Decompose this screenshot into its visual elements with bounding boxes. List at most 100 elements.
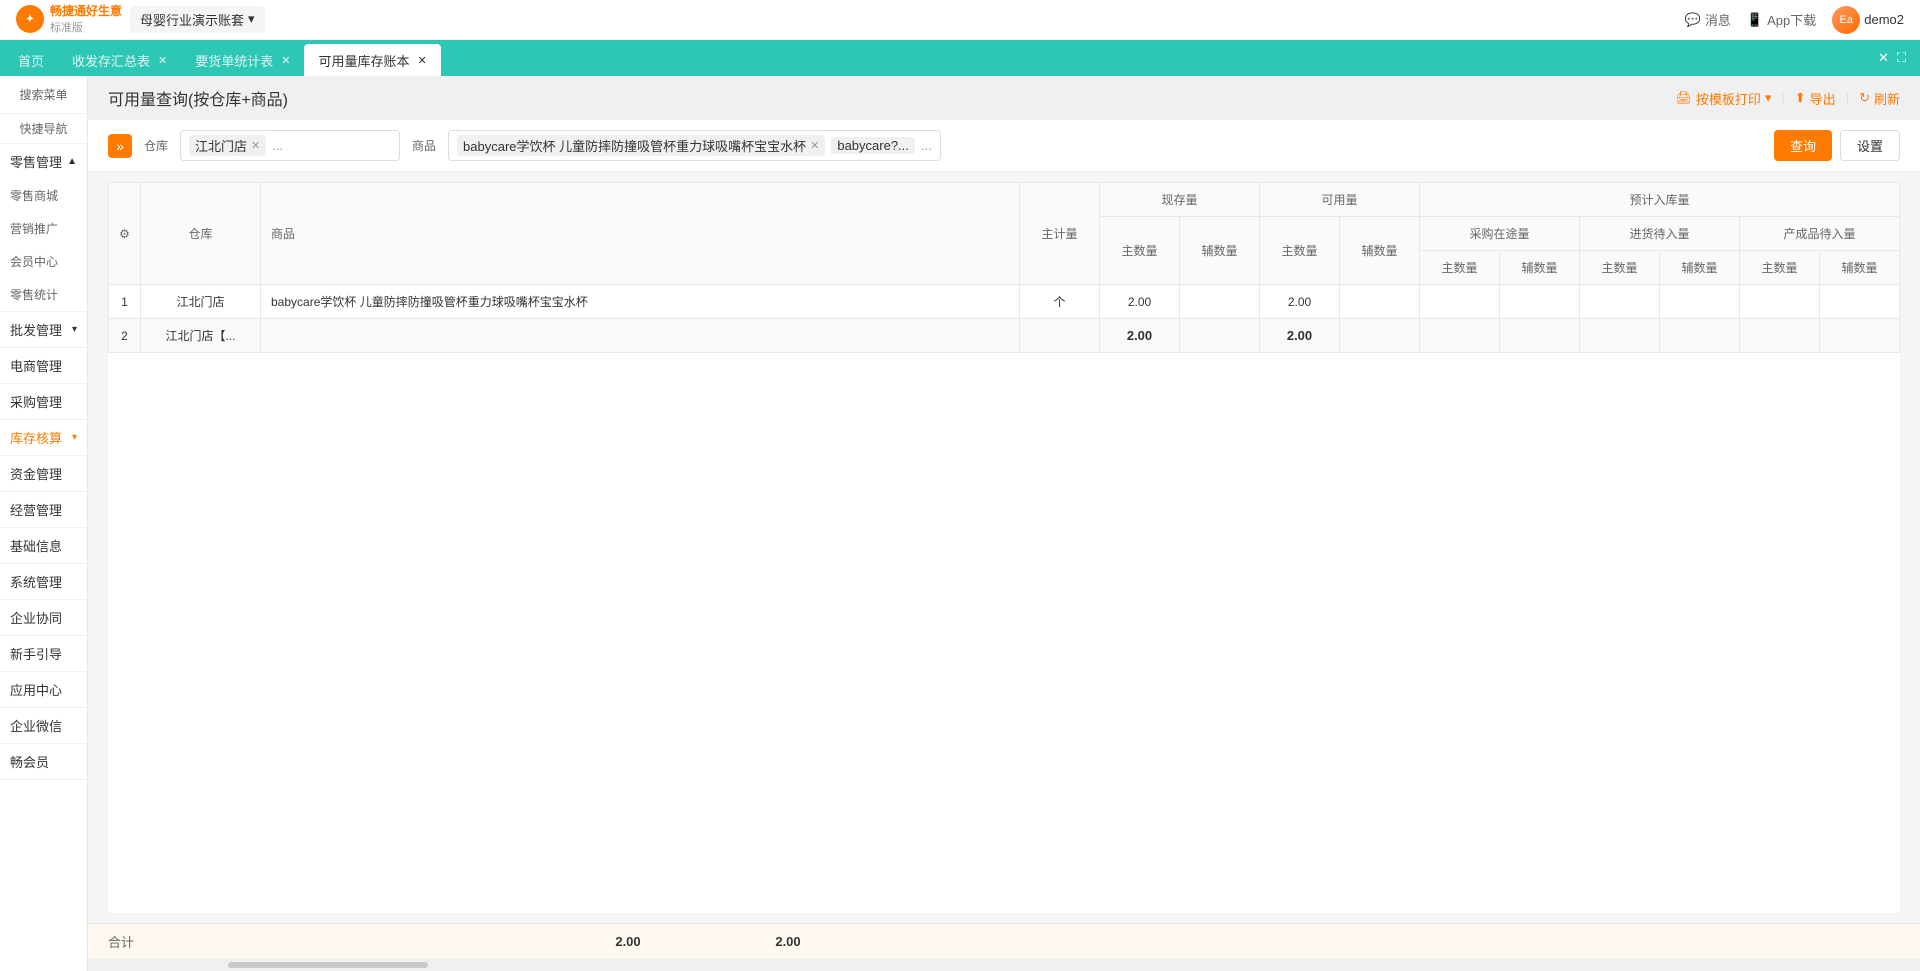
sidebar-quick-nav[interactable]: 快捷导航 xyxy=(0,114,87,144)
product-input-area[interactable]: babycare学饮杯 儿童防摔防撞吸管杯重力球吸嘴杯宝宝水杯 ✕ babyca… xyxy=(448,130,941,161)
warehouse-tag-close[interactable]: ✕ xyxy=(251,139,260,152)
logo-area: ✦ 畅捷通好生意 标准版 xyxy=(16,4,122,34)
sidebar-section-operations[interactable]: 经营管理 xyxy=(0,492,87,527)
sidebar-item-marketing[interactable]: 营销推广 xyxy=(0,212,87,245)
sidebar-section-new-guide[interactable]: 新手引导 xyxy=(0,636,87,671)
app-download-btn[interactable]: 📱 App下载 xyxy=(1747,10,1816,29)
cell-warehouse-2: 江北门店【... xyxy=(141,319,261,353)
tab-demand-stats-close[interactable]: ✕ xyxy=(281,54,290,67)
sidebar-enterprise-wechat-label: 企业微信 xyxy=(10,716,62,735)
table-area: ⚙ 仓库 商品 主计量 现存量 可用量 预计入库量 主数量 辅数量 主数量 辅数… xyxy=(108,182,1900,913)
th-production-pending: 产成品待入量 xyxy=(1740,217,1900,251)
tab-available-ledger-close[interactable]: ✕ xyxy=(418,54,427,67)
content-area: 可用量查询(按仓库+商品) 🖨 按模板打印 ▾ | ⬆ 导出 | ↻ 刷新 xyxy=(88,76,1920,971)
tab-receive-summary[interactable]: 收发存汇总表 ✕ xyxy=(58,44,181,76)
sidebar-section-inventory[interactable]: 库存核算 ▾ xyxy=(0,420,87,455)
logo-icon: ✦ xyxy=(16,5,44,33)
export-label: 导出 xyxy=(1810,89,1836,108)
chevron-down-icon-wholesale: ▾ xyxy=(72,324,77,335)
tab-spacer xyxy=(441,40,1868,76)
warehouse-input-area[interactable]: 江北门店 ✕ ... xyxy=(180,130,400,161)
sidebar-basic-label: 基础信息 xyxy=(10,536,62,555)
tab-available-ledger[interactable]: 可用量库存账本 ✕ xyxy=(304,44,440,76)
chevron-down-icon-print: ▾ xyxy=(1765,90,1772,106)
print-icon: 🖨 xyxy=(1675,90,1692,106)
product-tag-2: babycare?... xyxy=(831,137,915,154)
table-body: 1 江北门店 babycare学饮杯 儿童防摔防撞吸管杯重力球吸嘴杯宝宝水杯 个… xyxy=(109,285,1900,353)
template-print-btn[interactable]: 🖨 按模板打印 ▾ xyxy=(1675,89,1771,108)
settings-btn[interactable]: 设置 xyxy=(1840,130,1900,161)
th-available-main: 主数量 xyxy=(1260,217,1340,285)
sidebar-section-wholesale[interactable]: 批发管理 ▾ xyxy=(0,312,87,347)
tab-bar: 首页 收发存汇总表 ✕ 要货单统计表 ✕ 可用量库存账本 ✕ ✕ ⛶ xyxy=(0,40,1920,76)
cell-seq-1: 1 xyxy=(109,285,141,319)
message-btn[interactable]: 💬 消息 xyxy=(1685,10,1731,29)
sidebar-section-basic[interactable]: 基础信息 xyxy=(0,528,87,563)
scroll-bar-area xyxy=(88,959,1920,971)
th-unit: 主计量 xyxy=(1020,183,1100,285)
th-purchase-transit: 采购在途量 xyxy=(1420,217,1580,251)
tab-demand-stats[interactable]: 要货单统计表 ✕ xyxy=(181,44,304,76)
sidebar-section-vip[interactable]: 畅会员 xyxy=(0,744,87,779)
cell-available-main-1: 2.00 xyxy=(1260,285,1340,319)
sidebar-wholesale-label: 批发管理 xyxy=(10,320,62,339)
query-btn[interactable]: 查询 xyxy=(1774,130,1832,161)
sidebar-section-purchase[interactable]: 采购管理 xyxy=(0,384,87,419)
sidebar-section-retail[interactable]: 零售管理 ▲ xyxy=(0,144,87,179)
sidebar-item-retail-stats[interactable]: 零售统计 xyxy=(0,278,87,311)
product-more[interactable]: ... xyxy=(921,138,932,153)
horizontal-scrollbar[interactable] xyxy=(228,962,428,968)
industry-selector[interactable]: 母婴行业演示账套 ▾ xyxy=(130,6,265,33)
logo-sub: 标准版 xyxy=(50,19,122,35)
sidebar-group-wholesale: 批发管理 ▾ xyxy=(0,312,87,348)
refresh-label: 刷新 xyxy=(1874,89,1900,108)
cell-product-1: babycare学饮杯 儿童防摔防撞吸管杯重力球吸嘴杯宝宝水杯 xyxy=(261,285,1020,319)
sidebar-search[interactable]: 搜索菜单 xyxy=(0,76,87,114)
sidebar-section-enterprise-wechat[interactable]: 企业微信 xyxy=(0,708,87,743)
refresh-btn[interactable]: ↻ 刷新 xyxy=(1859,89,1900,108)
chevron-down-icon-inventory: ▾ xyxy=(72,432,77,443)
sidebar-group-system: 系统管理 xyxy=(0,564,87,600)
sidebar-item-membership[interactable]: 会员中心 xyxy=(0,245,87,278)
tab-home[interactable]: 首页 xyxy=(4,44,58,76)
sidebar-group-inventory: 库存核算 ▾ xyxy=(0,420,87,456)
th-prod-aux: 辅数量 xyxy=(1820,251,1900,285)
logo-text-area: 畅捷通好生意 标准版 xyxy=(50,4,122,34)
th-available-aux: 辅数量 xyxy=(1340,217,1420,285)
cell-pt-main-1 xyxy=(1420,285,1500,319)
th-planned-inbound: 预计入库量 xyxy=(1420,183,1900,217)
sidebar-item-retail-shop[interactable]: 零售商城 xyxy=(0,179,87,212)
sidebar-section-ecommerce[interactable]: 电商管理 xyxy=(0,348,87,383)
sidebar-group-operations: 经营管理 xyxy=(0,492,87,528)
sidebar-section-system[interactable]: 系统管理 xyxy=(0,564,87,599)
sidebar-section-enterprise-collab[interactable]: 企业协同 xyxy=(0,600,87,635)
th-pt-main: 主数量 xyxy=(1420,251,1500,285)
sidebar-enterprise-collab-label: 企业协同 xyxy=(10,608,62,627)
window-maximize-icon[interactable]: ⛶ xyxy=(1897,50,1906,66)
th-pt-aux: 辅数量 xyxy=(1500,251,1580,285)
cell-pp-main-1 xyxy=(1580,285,1660,319)
page-title: 可用量查询(按仓库+商品) xyxy=(108,86,288,110)
cell-available-aux-1 xyxy=(1340,285,1420,319)
cell-seq-2: 2 xyxy=(109,319,141,353)
tab-receive-summary-close[interactable]: ✕ xyxy=(158,54,167,67)
cell-prod-main-1 xyxy=(1740,285,1820,319)
th-current-main: 主数量 xyxy=(1100,217,1180,285)
product-tag-1-close[interactable]: ✕ xyxy=(810,139,819,152)
window-close-icon[interactable]: ✕ xyxy=(1878,50,1889,66)
cell-unit-1: 个 xyxy=(1020,285,1100,319)
sidebar-section-app-center[interactable]: 应用中心 xyxy=(0,672,87,707)
app-download-label: App下载 xyxy=(1767,10,1816,29)
page-header: 可用量查询(按仓库+商品) 🖨 按模板打印 ▾ | ⬆ 导出 | ↻ 刷新 xyxy=(88,76,1920,120)
export-btn[interactable]: ⬆ 导出 xyxy=(1795,89,1836,108)
sidebar-system-label: 系统管理 xyxy=(10,572,62,591)
th-current-aux: 辅数量 xyxy=(1180,217,1260,285)
warehouse-more[interactable]: ... xyxy=(272,138,283,153)
user-area[interactable]: Ea demo2 xyxy=(1832,6,1904,34)
cell-warehouse-1: 江北门店 xyxy=(141,285,261,319)
sidebar-section-finance[interactable]: 资金管理 xyxy=(0,456,87,491)
filter-expand-btn[interactable]: » xyxy=(108,134,132,158)
cell-current-main-2: 2.00 xyxy=(1100,319,1180,353)
tab-window-actions: ✕ ⛶ xyxy=(1868,40,1916,76)
template-print-label: 按模板打印 xyxy=(1696,89,1761,108)
